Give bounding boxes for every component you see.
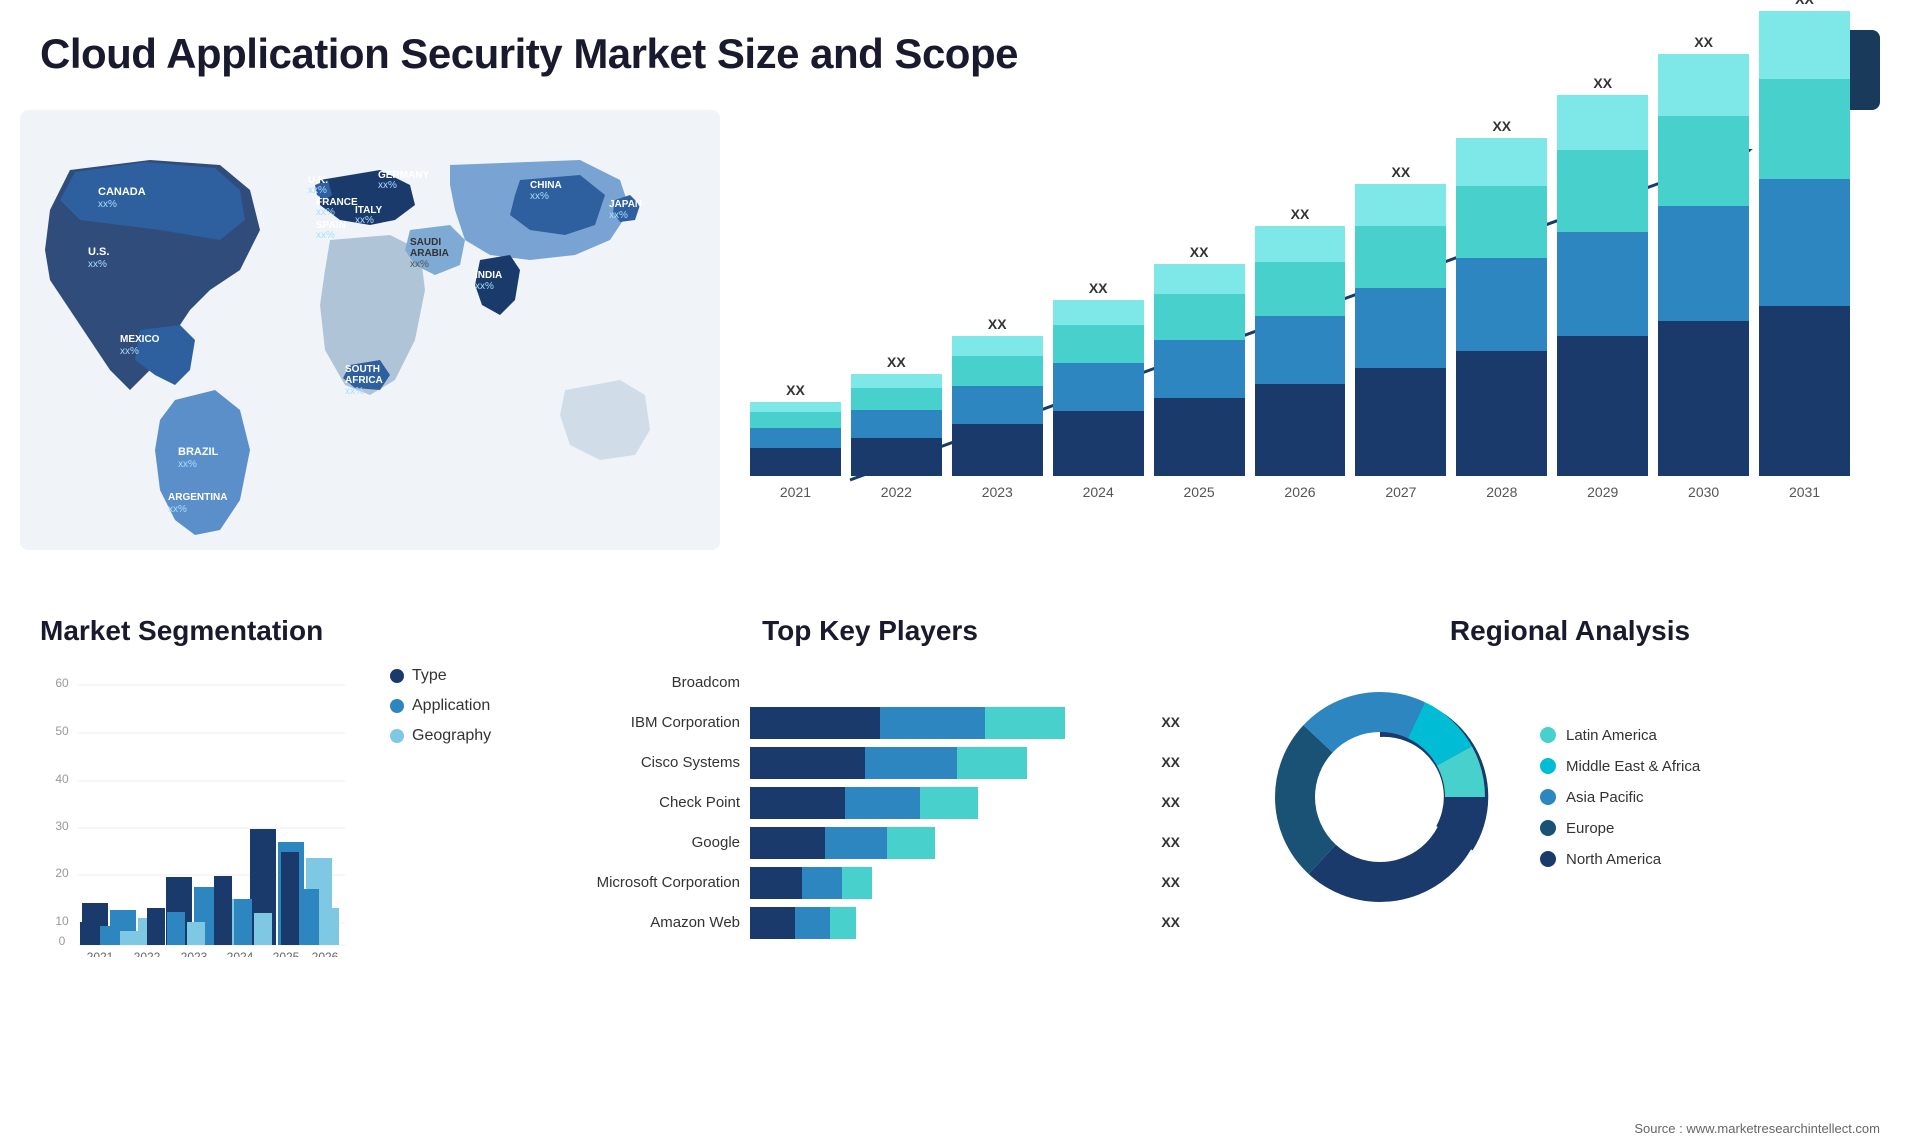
player-name-checkpoint: Check Point <box>560 794 740 811</box>
bars-container: XX 2021 XX 2022 <box>740 120 1860 500</box>
regional-legend: Latin America Middle East & Africa Asia … <box>1540 727 1700 868</box>
player-ibm: IBM Corporation XX <box>560 707 1180 737</box>
legend-geography: Geography <box>390 727 491 745</box>
bar-2025: XX 2025 <box>1154 244 1245 500</box>
player-name-amazon: Amazon Web <box>560 914 740 931</box>
player-google: Google XX <box>560 827 1180 857</box>
legend-latin-america: Latin America <box>1540 727 1700 744</box>
svg-text:xx%: xx% <box>345 386 364 397</box>
svg-text:xx%: xx% <box>178 459 197 470</box>
donut-svg <box>1250 667 1510 927</box>
apac-dot <box>1540 789 1556 805</box>
player-bar-ibm <box>750 707 1143 737</box>
svg-text:xx%: xx% <box>530 191 549 202</box>
mea-dot <box>1540 758 1556 774</box>
regional-analysis: Regional Analysis <box>1220 595 1920 1146</box>
donut-chart <box>1250 667 1510 927</box>
bar-2022: XX 2022 <box>851 354 942 500</box>
application-dot <box>390 699 404 713</box>
us-label: U.S. <box>88 246 109 258</box>
bar-chart-section: XX 2021 XX 2022 <box>720 100 1880 580</box>
player-amazon: Amazon Web XX <box>560 907 1180 937</box>
svg-text:ARABIA: ARABIA <box>410 248 449 259</box>
source-footer: Source : www.marketresearchintellect.com <box>1634 1121 1880 1136</box>
svg-text:xx%: xx% <box>308 185 327 196</box>
seg-bars-overlay <box>40 667 350 957</box>
bar-2029: XX 2029 <box>1557 75 1648 500</box>
svg-text:xx%: xx% <box>609 210 628 221</box>
bar-2028: XX 2028 <box>1456 118 1547 500</box>
bottom-section: Market Segmentation 60 50 40 30 20 10 0 <box>0 595 1920 1146</box>
svg-text:xx%: xx% <box>316 207 335 218</box>
geography-dot <box>390 729 404 743</box>
brazil-label: BRAZIL <box>178 446 219 458</box>
svg-text:xx%: xx% <box>316 230 335 241</box>
legend-application: Application <box>390 697 491 715</box>
bar-2024: XX 2024 <box>1053 280 1144 500</box>
legend-north-america: North America <box>1540 851 1700 868</box>
bar-2031: XX 2031 <box>1759 0 1850 500</box>
map-section: CANADA xx% U.S. xx% MEXICO xx% BRAZIL xx… <box>20 110 720 560</box>
svg-text:xx%: xx% <box>88 259 107 270</box>
argentina-label: ARGENTINA <box>168 492 227 503</box>
mexico-label: MEXICO <box>120 334 160 345</box>
players-title: Top Key Players <box>560 615 1180 647</box>
bar-2027: XX 2027 <box>1355 164 1446 500</box>
na-dot <box>1540 851 1556 867</box>
player-cisco: Cisco Systems XX <box>560 747 1180 777</box>
svg-text:xx%: xx% <box>475 281 494 292</box>
legend-europe: Europe <box>1540 820 1700 837</box>
bar-2026: XX 2026 <box>1255 206 1346 500</box>
type-dot <box>390 669 404 683</box>
player-bar-amazon <box>750 907 1143 937</box>
player-name-broadcom: Broadcom <box>560 674 740 691</box>
player-bar-cisco <box>750 747 1143 777</box>
bar-2023: XX 2023 <box>952 316 1043 500</box>
market-segmentation: Market Segmentation 60 50 40 30 20 10 0 <box>0 595 520 1146</box>
europe-dot <box>1540 820 1556 836</box>
svg-text:xx%: xx% <box>168 504 187 515</box>
svg-text:xx%: xx% <box>378 180 397 191</box>
regional-title: Regional Analysis <box>1250 615 1890 647</box>
japan-label: JAPAN <box>609 199 642 210</box>
player-broadcom: Broadcom <box>560 667 1180 697</box>
world-map: CANADA xx% U.S. xx% MEXICO xx% BRAZIL xx… <box>20 110 720 550</box>
player-microsoft: Microsoft Corporation XX <box>560 867 1180 897</box>
regional-content: Latin America Middle East & Africa Asia … <box>1250 667 1890 927</box>
seg-legend: Type Application Geography <box>390 667 491 745</box>
svg-text:AFRICA: AFRICA <box>345 375 383 386</box>
svg-text:xx%: xx% <box>98 199 117 210</box>
player-bar-broadcom <box>750 667 1180 697</box>
saudi-label: SAUDI <box>410 237 441 248</box>
canada-label: CANADA <box>98 186 146 198</box>
player-name-google: Google <box>560 834 740 851</box>
seg-title: Market Segmentation <box>40 615 480 647</box>
svg-text:xx%: xx% <box>410 259 429 270</box>
bar-2030: XX 2030 <box>1658 34 1749 500</box>
legend-type: Type <box>390 667 491 685</box>
legend-mea: Middle East & Africa <box>1540 758 1700 775</box>
india-label: INDIA <box>475 270 502 281</box>
player-bar-microsoft <box>750 867 1143 897</box>
safrica-label: SOUTH <box>345 364 380 375</box>
page-title: Cloud Application Security Market Size a… <box>40 30 1018 78</box>
bar-2021: XX 2021 <box>750 382 841 500</box>
china-label: CHINA <box>530 180 562 191</box>
latam-dot <box>1540 727 1556 743</box>
player-bar-checkpoint <box>750 787 1143 817</box>
donut-hole <box>1325 742 1435 852</box>
player-name-cisco: Cisco Systems <box>560 754 740 771</box>
player-name-microsoft: Microsoft Corporation <box>560 874 740 891</box>
svg-text:xx%: xx% <box>120 346 139 357</box>
legend-apac: Asia Pacific <box>1540 789 1700 806</box>
svg-text:xx%: xx% <box>355 215 374 226</box>
player-bar-google <box>750 827 1143 857</box>
player-name-ibm: IBM Corporation <box>560 714 740 731</box>
key-players-section: Top Key Players Broadcom IBM Corporation… <box>520 595 1220 1146</box>
player-checkpoint: Check Point XX <box>560 787 1180 817</box>
